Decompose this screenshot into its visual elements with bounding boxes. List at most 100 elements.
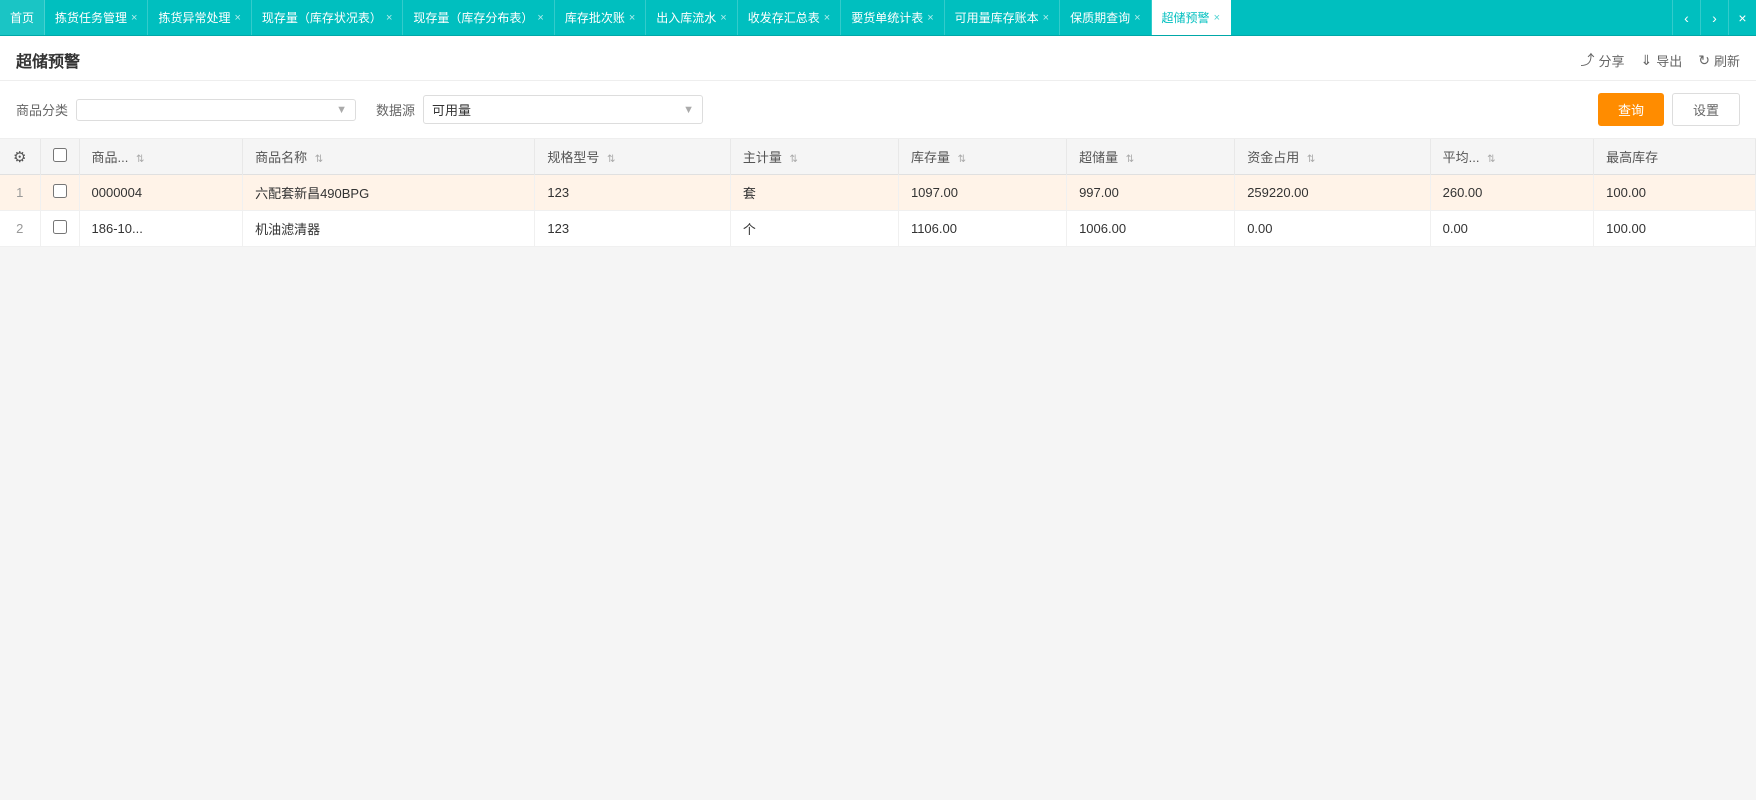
data-table: ⚙ 商品... ⇅ 商品名称 ⇅ 规格型号 ⇅ (0, 139, 1756, 247)
row-spec: 123 (535, 211, 730, 247)
nav-tab-recv-send-close[interactable]: × (824, 12, 830, 24)
table-header-row: ⚙ 商品... ⇅ 商品名称 ⇅ 规格型号 ⇅ (0, 139, 1756, 175)
row-num: 1 (0, 175, 40, 211)
row-max-stock: 100.00 (1594, 211, 1756, 247)
nav-tab-order-stat-close[interactable]: × (927, 12, 933, 24)
nav-tab-available-stock[interactable]: 可用量库存账本 × (945, 0, 1060, 36)
nav-tab-inventory-dist-close[interactable]: × (537, 12, 543, 24)
row-avg: 260.00 (1430, 175, 1594, 211)
row-capital: 0.00 (1235, 211, 1430, 247)
gear-icon[interactable]: ⚙ (13, 149, 26, 166)
query-button[interactable]: 查询 (1598, 93, 1664, 126)
nav-tab-home[interactable]: 首页 (0, 0, 45, 36)
nav-tab-available-stock-close[interactable]: × (1043, 12, 1049, 24)
table-container: ⚙ 商品... ⇅ 商品名称 ⇅ 规格型号 ⇅ (0, 139, 1756, 247)
nav-tab-overstock-close[interactable]: × (1214, 12, 1220, 24)
col-unit[interactable]: 主计量 ⇅ (730, 139, 898, 175)
row-overstock: 997.00 (1067, 175, 1235, 211)
nav-arrows: ‹ › × (1672, 0, 1756, 36)
nav-tab-order-stat[interactable]: 要货单统计表 × (841, 0, 944, 36)
nav-tab-task-mgmt-close[interactable]: × (131, 12, 137, 24)
nav-tab-recv-send[interactable]: 收发存汇总表 × (738, 0, 841, 36)
nav-tab-inventory-dist-label: 现存量（库存分布表） (413, 9, 533, 26)
col-max-stock[interactable]: 最高库存 (1594, 139, 1756, 175)
header-actions: ⤴ 分享 ⇓ 导出 ↻ 刷新 (1580, 50, 1740, 70)
share-button[interactable]: ⤴ 分享 (1580, 50, 1624, 70)
share-icon: ⤴ (1580, 50, 1594, 70)
col-stock[interactable]: 库存量 ⇅ (898, 139, 1066, 175)
table-row: 1 0000004 六配套新昌490BPG 123 套 1097.00 997.… (0, 175, 1756, 211)
row-unit: 个 (730, 211, 898, 247)
nav-tab-inventory-status[interactable]: 现存量（库存状况表） × (252, 0, 403, 36)
col-checkbox (40, 139, 79, 175)
nav-tab-task-mgmt-label: 拣货任务管理 (55, 9, 127, 26)
share-label: 分享 (1598, 51, 1624, 70)
refresh-label: 刷新 (1714, 51, 1740, 70)
col-code[interactable]: 商品... ⇅ (79, 139, 243, 175)
row-unit: 套 (730, 175, 898, 211)
select-all-checkbox[interactable] (53, 148, 67, 162)
nav-tab-batch-account-close[interactable]: × (629, 12, 635, 24)
nav-tab-quality-close[interactable]: × (1134, 12, 1140, 24)
settings-button[interactable]: 设置 (1672, 93, 1740, 126)
category-label: 商品分类 (16, 100, 68, 119)
col-avg-label: 平均... (1443, 150, 1480, 165)
row-max-stock: 100.00 (1594, 175, 1756, 211)
nav-tab-quality-label: 保质期查询 (1070, 9, 1130, 26)
row-stock: 1097.00 (898, 175, 1066, 211)
refresh-button[interactable]: ↻ 刷新 (1698, 51, 1740, 70)
col-capital-label: 资金占用 (1247, 150, 1299, 165)
nav-tab-abnormal[interactable]: 拣货异常处理 × (148, 0, 251, 36)
nav-tab-recv-send-label: 收发存汇总表 (748, 9, 820, 26)
row-checkbox[interactable] (53, 184, 67, 198)
nav-tab-inventory-status-close[interactable]: × (386, 12, 392, 24)
category-select[interactable]: ▼ (76, 99, 356, 121)
page-header: 超储预警 ⤴ 分享 ⇓ 导出 ↻ 刷新 (0, 36, 1756, 81)
table-row: 2 186-10... 机油滤清器 123 个 1106.00 1006.00 … (0, 211, 1756, 247)
col-avg[interactable]: 平均... ⇅ (1430, 139, 1594, 175)
filter-buttons: 查询 设置 (1598, 93, 1740, 126)
row-avg: 0.00 (1430, 211, 1594, 247)
datasource-chevron-icon: ▼ (683, 104, 694, 116)
col-capital-sort-icon: ⇅ (1307, 154, 1315, 165)
nav-close-all[interactable]: × (1728, 0, 1756, 36)
row-spec: 123 (535, 175, 730, 211)
datasource-label: 数据源 (376, 100, 415, 119)
datasource-select[interactable]: 可用量 ▼ (423, 95, 703, 124)
col-name-label: 商品名称 (255, 150, 307, 165)
col-spec-sort-icon: ⇅ (607, 154, 615, 165)
col-gear: ⚙ (0, 139, 40, 175)
row-checkbox[interactable] (53, 220, 67, 234)
nav-next-arrow[interactable]: › (1700, 0, 1728, 36)
export-label: 导出 (1656, 51, 1682, 70)
col-code-label: 商品... (92, 150, 129, 165)
datasource-filter: 数据源 可用量 ▼ (376, 95, 703, 124)
nav-tab-quality[interactable]: 保质期查询 × (1060, 0, 1151, 36)
col-name[interactable]: 商品名称 ⇅ (243, 139, 535, 175)
nav-prev-arrow[interactable]: ‹ (1672, 0, 1700, 36)
nav-tab-abnormal-close[interactable]: × (234, 12, 240, 24)
nav-tab-inventory-dist[interactable]: 现存量（库存分布表） × (403, 0, 554, 36)
nav-tab-home-label: 首页 (10, 9, 34, 26)
col-overstock[interactable]: 超储量 ⇅ (1067, 139, 1235, 175)
nav-tab-batch-account[interactable]: 库存批次账 × (555, 0, 646, 36)
nav-tab-inout-flow-label: 出入库流水 (656, 9, 716, 26)
nav-tab-task-mgmt[interactable]: 拣货任务管理 × (45, 0, 148, 36)
col-overstock-label: 超储量 (1079, 150, 1118, 165)
nav-tab-available-stock-label: 可用量库存账本 (955, 9, 1039, 26)
col-stock-label: 库存量 (911, 150, 950, 165)
row-name: 六配套新昌490BPG (243, 175, 535, 211)
col-spec[interactable]: 规格型号 ⇅ (535, 139, 730, 175)
export-button[interactable]: ⇓ 导出 (1641, 51, 1683, 70)
col-code-sort-icon: ⇅ (136, 154, 144, 165)
col-overstock-sort-icon: ⇅ (1126, 154, 1134, 165)
nav-tab-overstock[interactable]: 超储预警 × (1152, 0, 1231, 36)
col-spec-label: 规格型号 (547, 150, 599, 165)
col-capital[interactable]: 资金占用 ⇅ (1235, 139, 1430, 175)
row-overstock: 1006.00 (1067, 211, 1235, 247)
col-max-stock-label: 最高库存 (1606, 150, 1658, 165)
refresh-icon: ↻ (1698, 52, 1710, 69)
page-title: 超储预警 (16, 48, 80, 72)
nav-tab-inout-flow[interactable]: 出入库流水 × (646, 0, 737, 36)
nav-tab-inout-flow-close[interactable]: × (720, 12, 726, 24)
